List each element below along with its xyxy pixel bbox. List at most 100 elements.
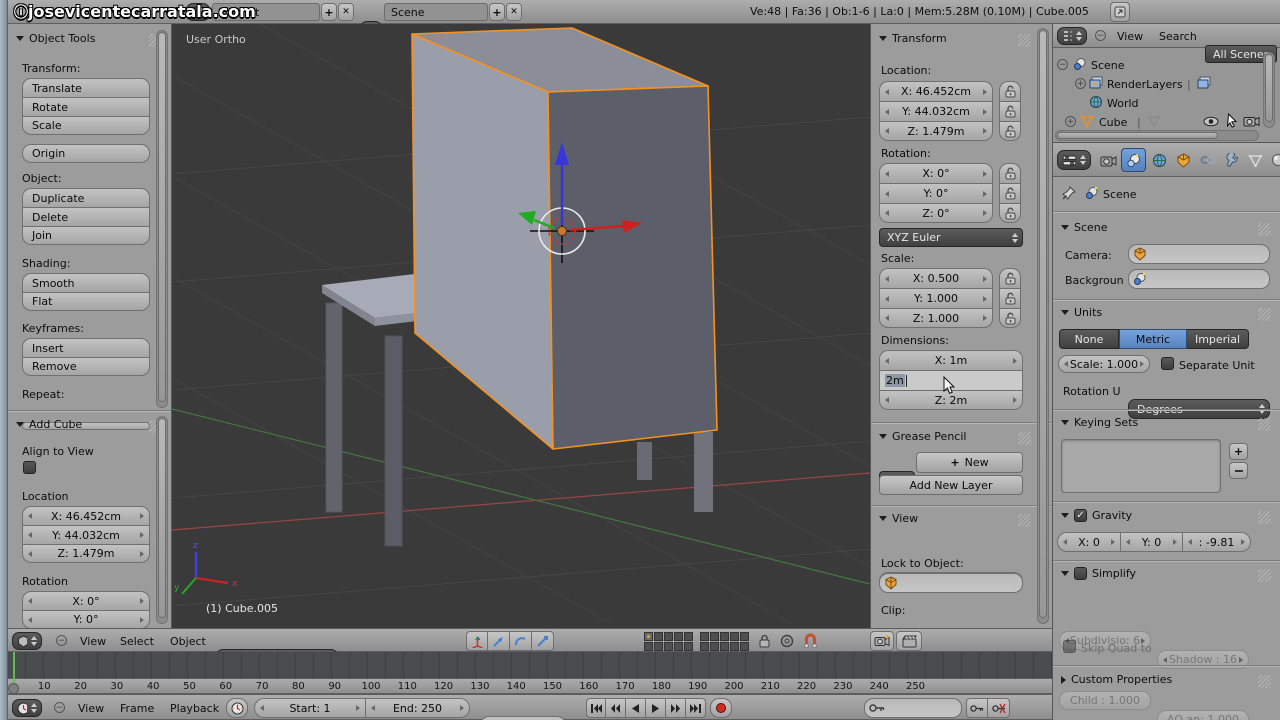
background-field[interactable] <box>1128 269 1270 289</box>
manipulator-translate-button[interactable] <box>488 631 510 651</box>
timeline-track-area[interactable] <box>8 652 1052 678</box>
align-to-view-checkbox[interactable] <box>23 461 36 474</box>
scene-name-field[interactable]: Scene <box>384 3 488 21</box>
dimension-x-field[interactable]: X: 1m <box>879 350 1023 370</box>
scene-add-button[interactable] <box>489 3 505 21</box>
simplify-child-field[interactable]: Child : 1.000 <box>1059 691 1151 710</box>
layer-cell[interactable] <box>700 642 709 651</box>
tab-constraints[interactable] <box>1196 149 1219 171</box>
record-button[interactable] <box>710 698 732 718</box>
units-metric-button[interactable]: Metric <box>1119 329 1187 349</box>
collapse-menus-icon[interactable] <box>56 635 67 646</box>
layer-cell[interactable] <box>644 642 653 651</box>
op-location-y-field[interactable]: Y: 44.032cm <box>22 525 150 544</box>
outliner-menu-view[interactable]: View <box>1117 30 1143 43</box>
layer-cell[interactable] <box>664 632 673 641</box>
layer-cell[interactable] <box>730 632 739 641</box>
tab-data[interactable] <box>1244 149 1267 171</box>
location-z-field[interactable]: Z: 1.479m <box>879 121 993 141</box>
timeline-menu-playback[interactable]: Playback <box>170 702 219 715</box>
grease-pencil-panel-header[interactable]: Grease Pencil <box>879 430 1033 445</box>
smooth-button[interactable]: Smooth <box>22 273 150 292</box>
frame-start-field[interactable]: Start: 1 <box>254 698 366 718</box>
lock-to-object-field[interactable] <box>879 573 1023 593</box>
viewport-menu-object[interactable]: Object <box>170 635 206 648</box>
render-opengl-button[interactable] <box>870 631 894 651</box>
snap-toggle[interactable] <box>804 633 817 648</box>
keying-sets-listbox[interactable] <box>1061 439 1221 493</box>
location-x-lock-button[interactable] <box>999 81 1021 101</box>
camera-field[interactable] <box>1128 244 1270 264</box>
rotation-x-lock-button[interactable] <box>999 163 1021 183</box>
prev-keyframe-button[interactable] <box>606 698 626 718</box>
timeline-ruler-ticks[interactable]: 10 20 30 40 50 60 70 80 90 100 110 120 130 140 150 160 1… <box>8 678 1052 694</box>
outliner-item-renderlayers[interactable]: RenderLayers <box>1107 78 1183 91</box>
manipulator-axes-button[interactable] <box>466 631 488 651</box>
location-x-field[interactable]: X: 46.452cm <box>879 81 993 101</box>
rotation-mode-select[interactable]: XYZ Euler <box>879 228 1023 247</box>
viewport-3d[interactable]: z x y User Ortho (1) Cube.005 <box>172 24 870 628</box>
units-panel-header[interactable]: Units <box>1061 306 1273 321</box>
keying-sets-panel-header[interactable]: Keying Sets <box>1061 416 1273 431</box>
jump-to-start-button[interactable] <box>586 698 606 718</box>
renderlayers-expand-icon[interactable]: + <box>1075 78 1086 89</box>
collapse-menus-icon[interactable] <box>54 702 65 713</box>
outliner-item-world[interactable]: World <box>1107 97 1139 110</box>
playhead-knob[interactable] <box>8 683 19 694</box>
location-y-lock-button[interactable] <box>999 101 1021 121</box>
play-reverse-button[interactable] <box>626 698 646 718</box>
op-location-z-field[interactable]: Z: 1.479m <box>22 544 150 563</box>
keying-set-field[interactable] <box>864 698 962 718</box>
simplify-ao-field[interactable]: AO an: 1.000 <box>1157 710 1249 720</box>
rotation-y-lock-button[interactable] <box>999 183 1021 203</box>
layer-cell[interactable] <box>700 632 709 641</box>
rotation-z-field[interactable]: Z: 0° <box>879 203 993 223</box>
layer-cell[interactable] <box>644 632 653 641</box>
separate-unit-checkbox[interactable] <box>1161 357 1174 370</box>
scale-z-field[interactable]: Z: 1.000 <box>879 308 993 328</box>
frame-end-field[interactable]: End: 250 <box>366 698 470 718</box>
location-y-field[interactable]: Y: 44.032cm <box>879 101 993 121</box>
origin-button[interactable]: Origin <box>22 144 150 163</box>
tab-render[interactable] <box>1097 149 1120 171</box>
scene-expand-icon[interactable] <box>1057 59 1068 70</box>
tab-object[interactable] <box>1172 149 1195 171</box>
layer-grid-a[interactable] <box>644 632 693 651</box>
scale-z-lock-button[interactable] <box>999 308 1021 328</box>
pin-icon[interactable] <box>1061 185 1077 201</box>
gravity-x-field[interactable]: X: 0 <box>1057 532 1121 552</box>
renderlayers-data-icon[interactable] <box>1197 76 1211 90</box>
editor-type-button-timeline[interactable] <box>12 699 42 717</box>
tab-modifiers[interactable] <box>1220 149 1243 171</box>
tab-scene[interactable] <box>1121 148 1146 172</box>
editor-type-button-properties[interactable] <box>1057 150 1091 170</box>
timeline-menu-view[interactable]: View <box>78 702 104 715</box>
delete-button[interactable]: Delete <box>22 207 150 226</box>
delete-keyframes-button[interactable] <box>988 698 1010 718</box>
editor-type-button-3dview[interactable] <box>12 632 42 650</box>
gravity-panel-header[interactable]: Gravity <box>1061 509 1273 524</box>
gravity-checkbox[interactable] <box>1074 509 1087 522</box>
tab-world[interactable] <box>1148 149 1171 171</box>
manipulator-rotate-button[interactable] <box>510 631 532 651</box>
layer-cell[interactable] <box>684 632 693 641</box>
scale-button[interactable]: Scale <box>22 116 150 135</box>
selectability-pointer-icon[interactable] <box>1227 113 1238 128</box>
custom-properties-panel-header[interactable]: Custom Properties <box>1061 673 1273 688</box>
render-animation-button[interactable] <box>896 631 922 651</box>
units-none-button[interactable]: None <box>1059 329 1119 349</box>
units-imperial-button[interactable]: Imperial <box>1187 329 1249 349</box>
object-tools-panel-header[interactable]: Object Tools <box>16 32 164 47</box>
op-rotation-x-field[interactable]: X: 0° <box>22 591 150 610</box>
keying-set-remove-button[interactable] <box>1229 462 1248 479</box>
keying-set-add-button[interactable] <box>1229 443 1248 460</box>
outliner-item-scene[interactable]: Scene <box>1091 59 1125 72</box>
layer-grid-b[interactable] <box>700 632 749 651</box>
scale-y-field[interactable]: Y: 1.000 <box>879 288 993 308</box>
layer-cell[interactable] <box>710 632 719 641</box>
visibility-eye-icon[interactable] <box>1203 116 1219 127</box>
current-frame-field[interactable]: 1 <box>480 716 566 720</box>
rotate-button[interactable]: Rotate <box>22 97 150 116</box>
window-duplicate-button[interactable] <box>1110 2 1130 22</box>
layer-cell[interactable] <box>730 642 739 651</box>
